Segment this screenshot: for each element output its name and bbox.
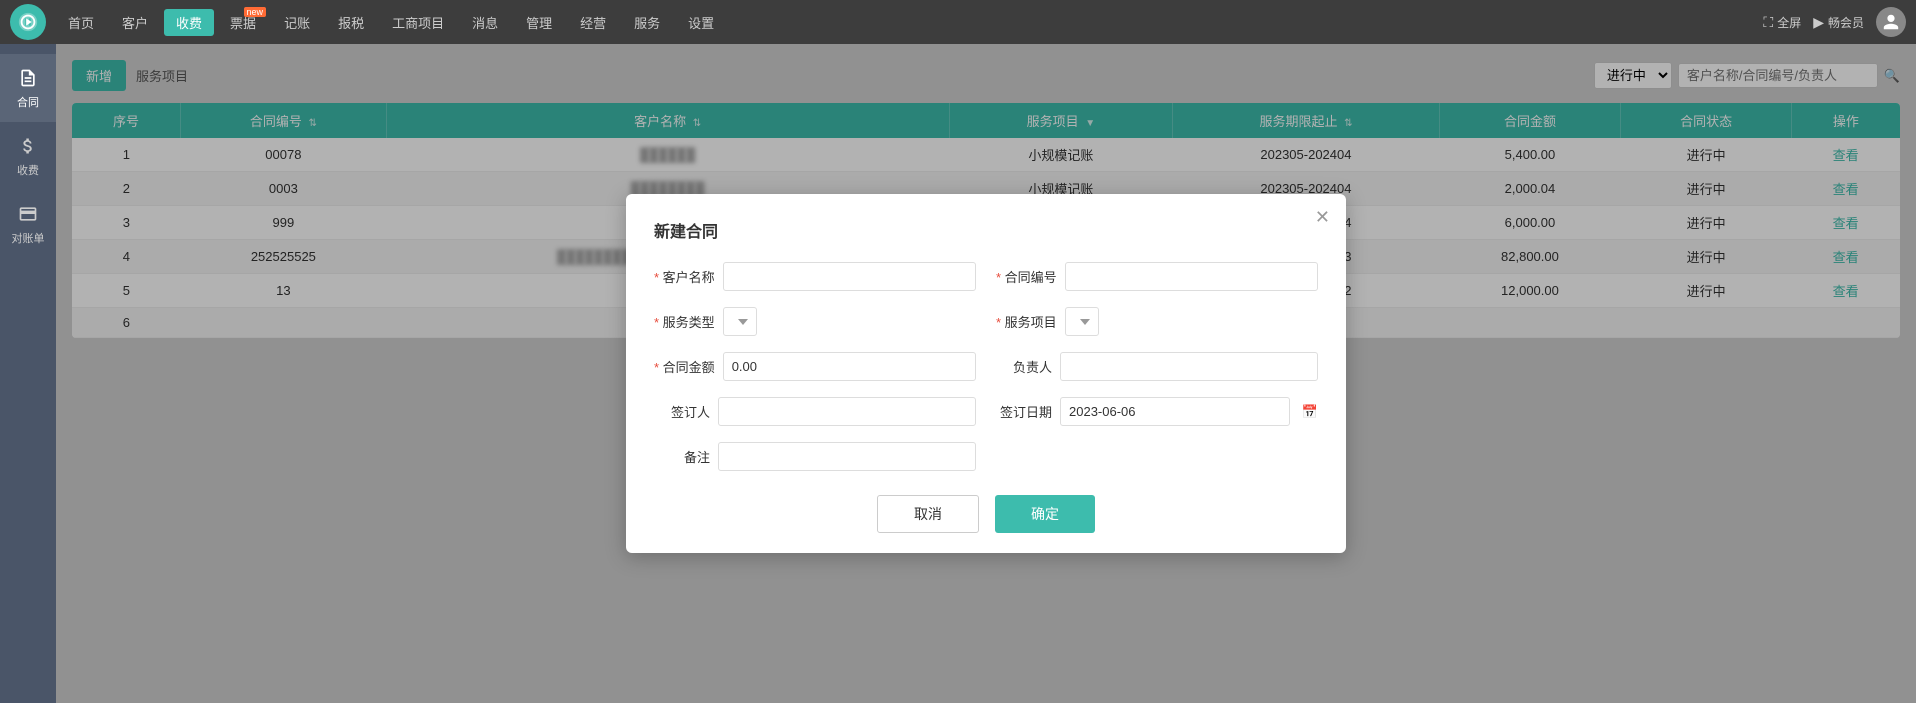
form-group-contract-no: 合同编号 (996, 262, 1318, 291)
modal-close-button[interactable]: ✕ (1315, 208, 1330, 226)
top-nav-right: ⛶ 全屏 ▶ 畅会员 (1763, 7, 1906, 37)
member-button[interactable]: ▶ 畅会员 (1813, 14, 1864, 31)
form-row-1: 客户名称 合同编号 (654, 262, 1318, 291)
form-group-amount: 合同金额 (654, 352, 976, 381)
nav-operation[interactable]: 经营 (568, 9, 618, 36)
new-badge: new (244, 7, 267, 17)
contract-no-input[interactable] (1065, 262, 1318, 291)
confirm-button[interactable]: 确定 (995, 495, 1095, 533)
sidebar-label-bill: 对账单 (12, 230, 45, 246)
form-group-responsible: 负责人 (996, 352, 1318, 381)
sign-date-input[interactable] (1060, 397, 1290, 426)
contract-no-label: 合同编号 (996, 267, 1057, 286)
contract-icon (16, 66, 40, 90)
nav-message[interactable]: 消息 (460, 9, 510, 36)
sign-date-label: 签订日期 (996, 402, 1052, 421)
form-row-5: 备注 (654, 442, 1318, 471)
calendar-icon[interactable]: 📅 (1302, 404, 1318, 420)
sidebar-item-bill[interactable]: 对账单 (0, 190, 56, 258)
form-row-3: 合同金额 负责人 (654, 352, 1318, 381)
nav-items: 首页 客户 收费 票据 new 记账 报税 工商项目 消息 管理 经营 服务 设… (56, 9, 1763, 36)
nav-manage[interactable]: 管理 (514, 9, 564, 36)
responsible-person-label: 负责人 (996, 357, 1052, 376)
bill-icon (16, 202, 40, 226)
form-group-sign-date: 签订日期 📅 (996, 397, 1318, 426)
service-type-wrapper (723, 307, 976, 336)
sidebar-label-fee: 收费 (17, 162, 39, 178)
nav-home[interactable]: 首页 (56, 9, 106, 36)
service-type-label: 服务类型 (654, 312, 715, 331)
form-group-service-type: 服务类型 (654, 307, 976, 336)
main-layout: 合同 收费 对账单 新增 服务项目 进行中 已完成 已终止 (0, 44, 1916, 703)
modal-overlay: 新建合同 ✕ 客户名称 合同编号 服务类型 (56, 44, 1916, 703)
nav-service[interactable]: 服务 (622, 9, 672, 36)
remarks-label: 备注 (654, 447, 710, 466)
nav-fee[interactable]: 收费 (164, 9, 214, 36)
nav-customer[interactable]: 客户 (110, 9, 160, 36)
form-group-customer: 客户名称 (654, 262, 976, 291)
sidebar: 合同 收费 对账单 (0, 44, 56, 703)
nav-business[interactable]: 工商项目 (380, 9, 456, 36)
cancel-button[interactable]: 取消 (877, 495, 979, 533)
fullscreen-button[interactable]: ⛶ 全屏 (1763, 14, 1801, 31)
form-row-2: 服务类型 服务项目 (654, 307, 1318, 336)
remarks-input[interactable] (718, 442, 976, 471)
service-type-select[interactable] (723, 307, 757, 336)
signer-label: 签订人 (654, 402, 710, 421)
responsible-person-input[interactable] (1060, 352, 1318, 381)
form-group-service-item: 服务项目 (996, 307, 1318, 336)
user-avatar[interactable] (1876, 7, 1906, 37)
sidebar-label-contract: 合同 (17, 94, 39, 110)
top-navigation: 首页 客户 收费 票据 new 记账 报税 工商项目 消息 管理 经营 服务 设… (0, 0, 1916, 44)
contract-amount-input[interactable] (723, 352, 976, 381)
form-group-signer: 签订人 (654, 397, 976, 426)
modal-footer: 取消 确定 (654, 495, 1318, 533)
sidebar-item-contract[interactable]: 合同 (0, 54, 56, 122)
nav-bookkeeping[interactable]: 记账 (272, 9, 322, 36)
contract-amount-label: 合同金额 (654, 357, 715, 376)
sidebar-item-fee[interactable]: 收费 (0, 122, 56, 190)
app-logo (10, 4, 46, 40)
form-group-remarks: 备注 (654, 442, 976, 471)
new-contract-modal: 新建合同 ✕ 客户名称 合同编号 服务类型 (626, 194, 1346, 553)
service-item-wrapper (1065, 307, 1318, 336)
form-row-4: 签订人 签订日期 📅 (654, 397, 1318, 426)
customer-name-input[interactable] (723, 262, 976, 291)
modal-title: 新建合同 (654, 218, 1318, 242)
nav-settings[interactable]: 设置 (676, 9, 726, 36)
signer-input[interactable] (718, 397, 976, 426)
main-content: 新增 服务项目 进行中 已完成 已终止 🔍 序号 合同编号 ⇅ 客户名称 ⇅ 服… (56, 44, 1916, 703)
fee-icon (16, 134, 40, 158)
nav-tax[interactable]: 报税 (326, 9, 376, 36)
service-item-select[interactable] (1065, 307, 1099, 336)
service-item-label: 服务项目 (996, 312, 1057, 331)
nav-invoice[interactable]: 票据 new (218, 9, 268, 36)
customer-name-label: 客户名称 (654, 267, 715, 286)
